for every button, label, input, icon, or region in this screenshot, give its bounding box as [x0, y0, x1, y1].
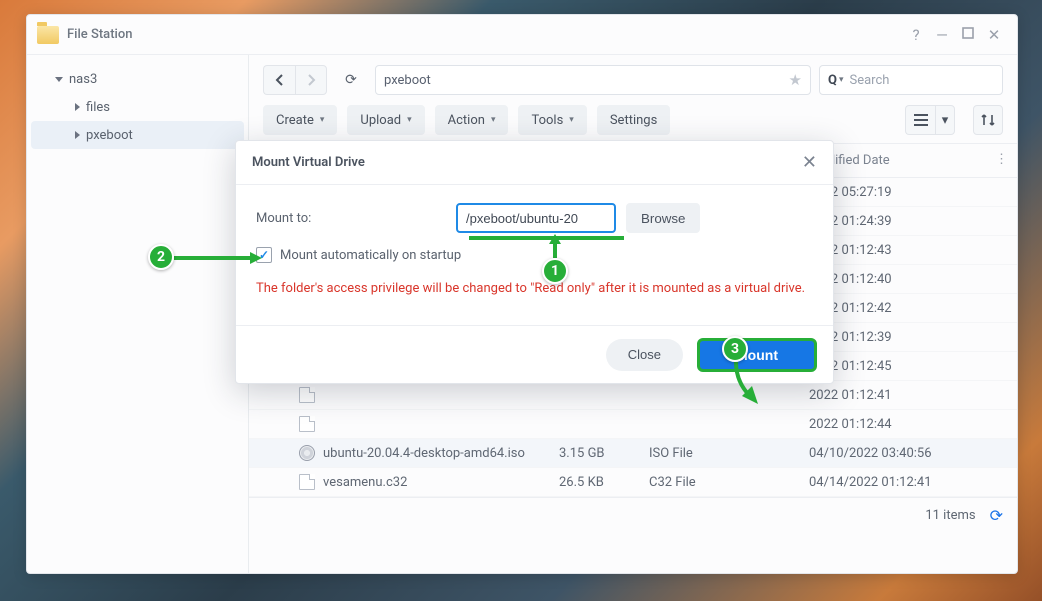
path-text: pxeboot: [384, 73, 431, 88]
reload-button[interactable]: ⟳: [335, 65, 367, 95]
tree-item-files[interactable]: files: [31, 93, 244, 121]
caret-right-icon: [75, 131, 80, 139]
status-bar: 11 items ⟳: [249, 497, 1017, 533]
table-row[interactable]: 2022 01:12:44: [249, 410, 1017, 439]
close-window-button[interactable]: ✕: [981, 26, 1007, 44]
tree-item-label: pxeboot: [86, 128, 133, 143]
action-button[interactable]: Action▾: [435, 105, 509, 135]
help-button[interactable]: ?: [903, 26, 929, 44]
file-name: ubuntu-20.04.4-desktop-amd64.iso: [323, 446, 525, 461]
file-name: vesamenu.c32: [323, 475, 407, 490]
file-type: C32 File: [649, 475, 779, 490]
search-mode-dropdown-icon[interactable]: ▾: [839, 75, 844, 85]
chevron-down-icon: ▾: [569, 115, 574, 125]
mount-button[interactable]: Mount: [697, 338, 817, 372]
dialog-body: Mount to: Browse ✓ Mount automatically o…: [236, 185, 833, 325]
auto-mount-checkbox[interactable]: ✓: [256, 247, 272, 263]
mount-virtual-drive-dialog: Mount Virtual Drive ✕ Mount to: Browse ✓…: [235, 140, 834, 384]
search-icon: Q: [828, 73, 837, 88]
column-options-button[interactable]: ⋮: [995, 152, 1009, 167]
toolbar: Create▾ Upload▾ Action▾ Tools▾ Settings …: [249, 95, 1017, 143]
auto-mount-label: Mount automatically on startup: [280, 248, 461, 263]
chevron-down-icon: ▾: [320, 115, 325, 125]
dialog-header: Mount Virtual Drive ✕: [236, 141, 833, 185]
chevron-down-icon: ▾: [942, 113, 949, 128]
dialog-close-button[interactable]: ✕: [802, 152, 817, 173]
mount-to-input[interactable]: [456, 203, 616, 233]
table-row[interactable]: vesamenu.c32 26.5 KBC32 File04/14/2022 01…: [249, 468, 1017, 497]
browse-button[interactable]: Browse: [626, 203, 700, 233]
sidebar: nas3 files pxeboot: [27, 55, 249, 573]
titlebar: File Station ? — ✕: [27, 15, 1017, 55]
file-modified: 04/14/2022 01:12:41: [779, 475, 999, 490]
file-size: 26.5 KB: [559, 475, 649, 490]
star-icon[interactable]: ★: [789, 71, 802, 89]
app-title: File Station: [67, 27, 132, 42]
dialog-footer: Close Mount: [236, 325, 833, 383]
table-row[interactable]: ubuntu-20.04.4-desktop-amd64.iso 3.15 GBI…: [249, 439, 1017, 468]
upload-button[interactable]: Upload▾: [347, 105, 424, 135]
view-mode-dropdown[interactable]: ▾: [935, 105, 955, 135]
chevron-down-icon: ▾: [491, 115, 496, 125]
dialog-warning-text: The folder's access privilege will be ch…: [256, 279, 813, 299]
tree-root-nas3[interactable]: nas3: [31, 65, 244, 93]
table-row[interactable]: 2022 01:12:41: [249, 381, 1017, 410]
file-icon: [299, 387, 315, 403]
search-input[interactable]: Q ▾ Search: [819, 65, 1003, 95]
file-icon: [299, 474, 315, 490]
file-modified: 2022 01:12:44: [779, 417, 999, 432]
app-folder-icon: [37, 26, 59, 44]
file-modified: 04/10/2022 03:40:56: [779, 446, 999, 461]
nav-back-forward: [263, 65, 327, 95]
view-list-button[interactable]: [905, 105, 935, 135]
sort-button[interactable]: [973, 105, 1003, 135]
settings-button[interactable]: Settings: [597, 105, 670, 135]
path-input[interactable]: pxeboot ★: [375, 65, 811, 95]
maximize-button[interactable]: [955, 26, 981, 44]
tools-button[interactable]: Tools▾: [518, 105, 586, 135]
caret-right-icon: [75, 103, 80, 111]
tree-item-label: files: [86, 100, 110, 115]
dialog-title: Mount Virtual Drive: [252, 155, 365, 170]
address-bar: ⟳ pxeboot ★ Q ▾ Search: [249, 55, 1017, 95]
refresh-icon[interactable]: ⟳: [990, 506, 1003, 525]
file-icon: [299, 416, 315, 432]
item-count: 11 items: [925, 508, 975, 523]
search-placeholder: Search: [850, 73, 890, 88]
file-size: 3.15 GB: [559, 446, 649, 461]
iso-file-icon: [299, 445, 315, 461]
view-mode-group: ▾: [905, 105, 955, 135]
create-button[interactable]: Create▾: [263, 105, 337, 135]
file-type: ISO File: [649, 446, 779, 461]
tree-root-label: nas3: [69, 72, 97, 87]
nav-forward-button[interactable]: [295, 65, 327, 95]
mount-to-label: Mount to:: [256, 211, 456, 226]
minimize-button[interactable]: —: [929, 26, 955, 44]
nav-back-button[interactable]: [263, 65, 295, 95]
close-button[interactable]: Close: [606, 339, 683, 371]
caret-down-icon: [55, 77, 63, 82]
tree-item-pxeboot[interactable]: pxeboot: [31, 121, 244, 149]
chevron-down-icon: ▾: [407, 115, 412, 125]
file-modified: 2022 01:12:41: [779, 388, 999, 403]
